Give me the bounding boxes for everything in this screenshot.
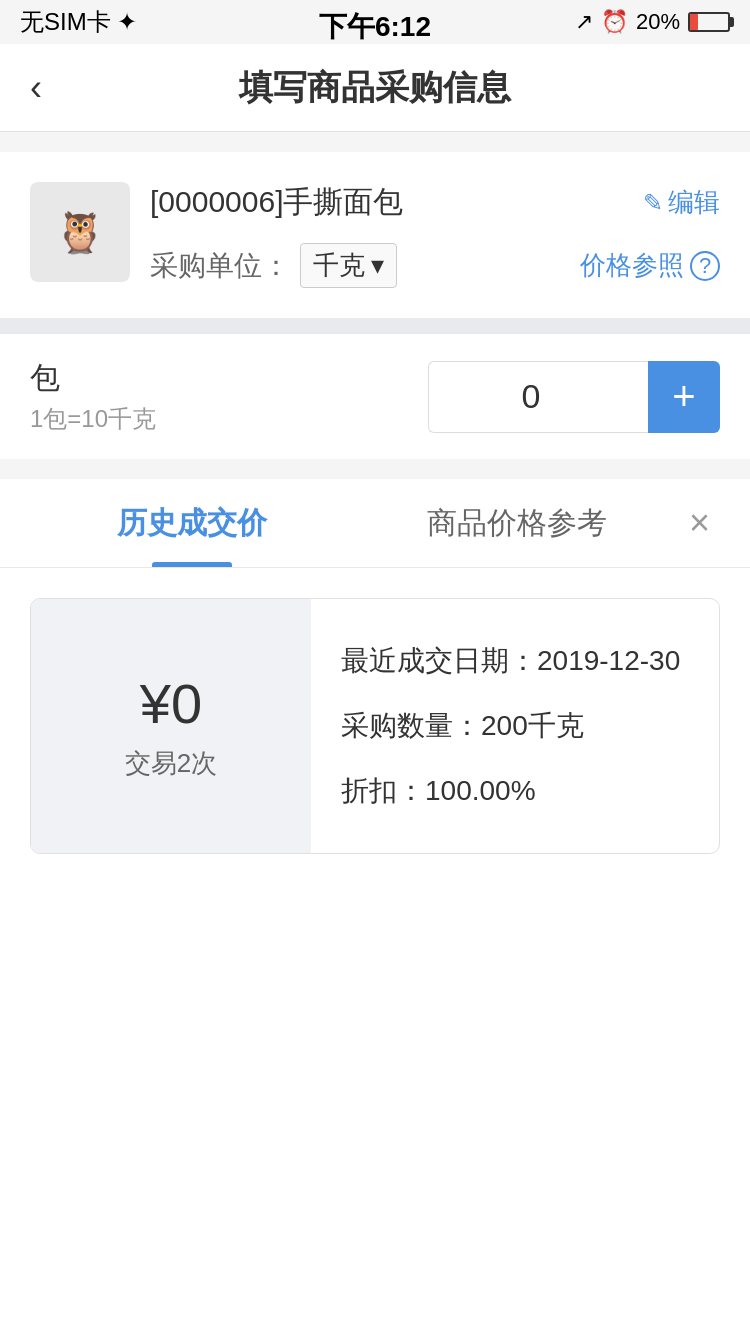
quantity-plus-button[interactable]: + xyxy=(648,361,720,433)
price-ref-label: 价格参照 xyxy=(580,248,684,283)
quantity-row: 包 1包=10千克 + xyxy=(0,334,750,459)
price-discount-value: 100.00% xyxy=(425,775,536,806)
tab-history-price-label: 历史成交价 xyxy=(117,503,267,544)
quantity-unit: 包 xyxy=(30,358,156,399)
unit-select-dropdown[interactable]: 千克 ▾ xyxy=(300,243,397,288)
unit-value: 千克 xyxy=(313,248,365,283)
owl-icon: 🦉 xyxy=(55,209,105,256)
price-card-left: ¥0 交易2次 xyxy=(31,599,311,853)
unit-row: 采购单位： 千克 ▾ 价格参照 ? xyxy=(150,243,720,288)
price-recent-date-row: 最近成交日期：2019-12-30 xyxy=(341,639,689,684)
quantity-input[interactable] xyxy=(428,361,648,433)
status-bar: 无SIM卡 ✦ 下午6:12 ↗ ⏰ 20% xyxy=(0,0,750,44)
price-purchase-qty-row: 采购数量：200千克 xyxy=(341,704,689,749)
sim-text: 无SIM卡 ✦ xyxy=(20,6,137,38)
price-ref-help-icon: ? xyxy=(690,251,720,281)
edit-icon: ✎ xyxy=(643,189,663,217)
price-purchase-qty-label: 采购数量： xyxy=(341,710,481,741)
tab-history-price[interactable]: 历史成交价 xyxy=(30,479,354,567)
product-details: [0000006]手撕面包 ✎ 编辑 采购单位： 千克 ▾ 价格参照 ? xyxy=(150,182,720,288)
alarm-icon: ⏰ xyxy=(601,9,628,35)
edit-label: 编辑 xyxy=(668,185,720,220)
quantity-conversion: 1包=10千克 xyxy=(30,403,156,435)
price-discount-label: 折扣： xyxy=(341,775,425,806)
price-amount: 0 xyxy=(171,672,202,735)
product-thumbnail: 🦉 xyxy=(30,182,130,282)
price-info-section: ¥0 交易2次 最近成交日期：2019-12-30 采购数量：200千克 折扣：… xyxy=(0,568,750,884)
status-left: 无SIM卡 ✦ xyxy=(20,6,137,38)
section-divider-gray xyxy=(0,318,750,334)
battery-percent: 20% xyxy=(636,9,680,35)
product-name: [0000006]手撕面包 xyxy=(150,182,403,223)
price-recent-date-label: 最近成交日期： xyxy=(341,645,537,676)
price-currency-symbol: ¥ xyxy=(140,672,171,735)
dropdown-arrow-icon: ▾ xyxy=(371,250,384,281)
price-reference-button[interactable]: 价格参照 ? xyxy=(580,248,720,283)
price-purchase-qty-value: 200千克 xyxy=(481,710,584,741)
tab-close-button[interactable]: × xyxy=(679,495,720,551)
page-title: 填写商品采购信息 xyxy=(239,65,511,111)
plus-icon: + xyxy=(672,374,695,419)
status-right: ↗ ⏰ 20% xyxy=(575,9,730,35)
price-discount-row: 折扣：100.00% xyxy=(341,769,689,814)
price-card-right: 最近成交日期：2019-12-30 采购数量：200千克 折扣：100.00% xyxy=(311,599,719,853)
tab-panel: 历史成交价 商品价格参考 × ¥0 交易2次 最近成交日期：2019-12-30… xyxy=(0,479,750,884)
bottom-content-area xyxy=(0,884,750,1334)
location-icon: ↗ xyxy=(575,9,593,35)
tab-product-price-ref-label: 商品价格参考 xyxy=(427,503,607,544)
edit-button[interactable]: ✎ 编辑 xyxy=(643,185,720,220)
battery-icon xyxy=(688,12,730,32)
price-recent-date-value: 2019-12-30 xyxy=(537,645,680,676)
price-card: ¥0 交易2次 最近成交日期：2019-12-30 采购数量：200千克 折扣：… xyxy=(30,598,720,854)
battery-fill xyxy=(690,14,698,30)
unit-label: 采购单位： xyxy=(150,247,290,285)
status-time: 下午6:12 xyxy=(319,8,431,46)
back-button[interactable]: ‹ xyxy=(20,57,52,119)
tab-bar: 历史成交价 商品价格参考 × xyxy=(0,479,750,568)
product-name-row: [0000006]手撕面包 ✎ 编辑 xyxy=(150,182,720,223)
price-display: ¥0 xyxy=(140,671,202,736)
quantity-label-block: 包 1包=10千克 xyxy=(30,358,156,435)
product-card: 🦉 [0000006]手撕面包 ✎ 编辑 采购单位： 千克 ▾ 价格参照 ? xyxy=(0,152,750,318)
quantity-input-area: + xyxy=(176,361,720,433)
tab-product-price-ref[interactable]: 商品价格参考 xyxy=(354,479,678,567)
nav-bar: ‹ 填写商品采购信息 xyxy=(0,44,750,132)
price-tx-count: 交易2次 xyxy=(125,746,217,781)
